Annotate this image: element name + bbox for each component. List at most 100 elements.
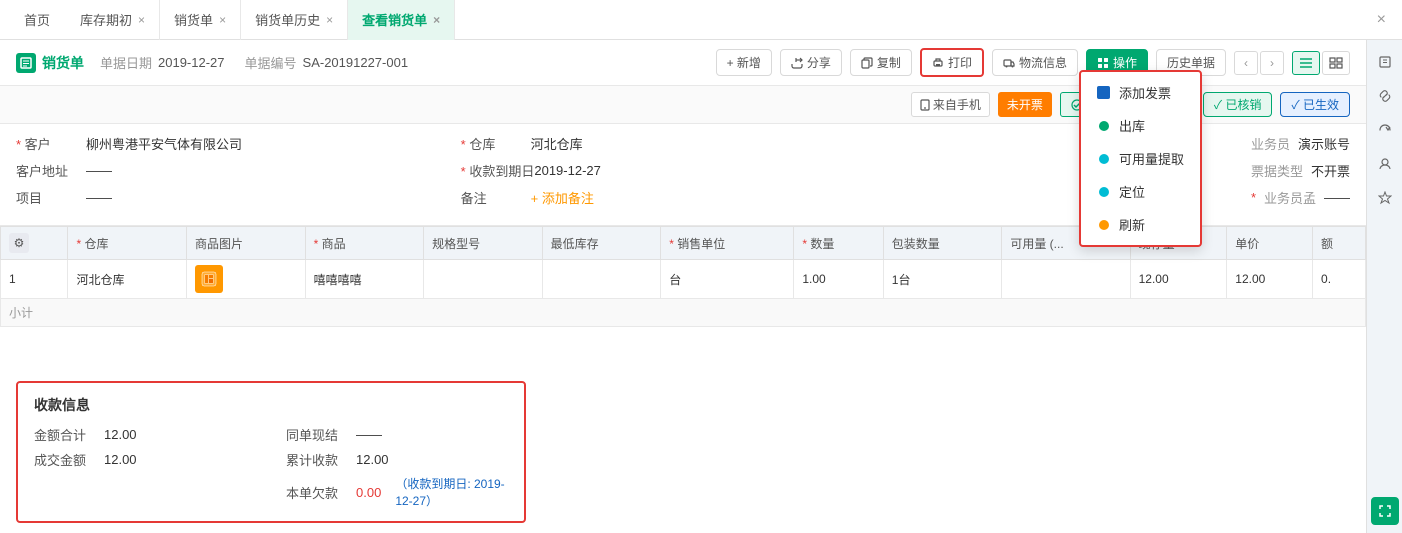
refresh-item[interactable]: 刷新	[1081, 208, 1200, 241]
available-fetch-item[interactable]: 可用量提取	[1081, 142, 1200, 175]
cumulative-value: 12.00	[356, 452, 389, 467]
project-value: ——	[86, 190, 266, 205]
col-min-stock: 最低库存	[542, 227, 661, 260]
refresh-icon	[1097, 218, 1111, 232]
prev-arrow[interactable]: ‹	[1234, 51, 1258, 75]
expand-sidebar-icon[interactable]	[1371, 497, 1399, 525]
print-button[interactable]: 打印	[920, 48, 984, 77]
close-history-tab[interactable]: ×	[326, 13, 333, 27]
project-label: 项目	[16, 188, 86, 207]
transaction-value: 12.00	[104, 452, 137, 467]
doc-title: 销货单	[16, 53, 84, 73]
customer-label: 客户	[16, 134, 86, 153]
row-available	[1002, 260, 1130, 299]
add-invoice-icon	[1097, 86, 1111, 100]
ticket-type-value: 不开票	[1311, 161, 1350, 180]
row-unit-price: 12.00	[1227, 260, 1313, 299]
tab-home[interactable]: 首页	[8, 10, 66, 29]
owe-note: （收款到期日: 2019-12-27）	[395, 475, 508, 509]
tab-view-sales[interactable]: 查看销货单 ×	[348, 0, 455, 40]
total-amount-label: 金额合计	[34, 425, 94, 444]
new-button[interactable]: + 新增	[716, 49, 772, 76]
from-phone-button[interactable]: 来自手机	[911, 92, 990, 117]
close-view-sales-tab[interactable]: ×	[433, 13, 440, 27]
nav-arrows: ‹ ›	[1234, 51, 1284, 75]
tab-sales-history[interactable]: 销货单历史 ×	[241, 0, 348, 40]
next-arrow[interactable]: ›	[1260, 51, 1284, 75]
close-all-button[interactable]: ×	[1369, 11, 1394, 29]
same-order-label: 同单现结	[286, 425, 346, 444]
row-spec	[424, 260, 543, 299]
cumulative-label: 累计收款	[286, 450, 346, 469]
grid-view-icon[interactable]	[1322, 51, 1350, 75]
subtotal-label: 小计	[1, 299, 1366, 327]
row-amount: 0.	[1313, 260, 1366, 299]
same-order-row: 同单现结 ——	[286, 425, 508, 444]
operation-dropdown: 添加发票 出库 可用量提取 定位 刷新	[1079, 70, 1202, 247]
add-invoice-item[interactable]: 添加发票	[1081, 76, 1200, 109]
col-product-img: 商品图片	[187, 227, 306, 260]
add-note-button[interactable]: + 添加备注	[531, 188, 594, 207]
col-settings: ⚙	[1, 227, 68, 260]
product-image	[195, 265, 223, 293]
doc-meta: 单据日期 2019-12-27 单据编号 SA-20191227-001	[100, 53, 408, 72]
tab-sales[interactable]: 销货单 ×	[160, 0, 241, 40]
locate-item[interactable]: 定位	[1081, 175, 1200, 208]
owe-row: 本单欠款 0.00 （收款到期日: 2019-12-27）	[286, 475, 508, 509]
address-label: 客户地址	[16, 161, 86, 180]
total-amount-value: 12.00	[104, 427, 137, 442]
col-unit-price: 单价	[1227, 227, 1313, 260]
status-effective-button[interactable]: ✓ 已生效	[1280, 92, 1350, 117]
copy-button[interactable]: 复制	[850, 49, 912, 76]
warehouse-value: 河北仓库	[531, 134, 711, 153]
outbound-item[interactable]: 出库	[1081, 109, 1200, 142]
col-sales-unit: 销售单位	[661, 227, 794, 260]
not-opened-button[interactable]: 未开票	[998, 92, 1052, 117]
col-warehouse: 仓库	[68, 227, 187, 260]
customer-value: 柳州粤港平安气体有限公司	[86, 134, 266, 153]
owe-value: 0.00	[356, 485, 381, 500]
edit-sidebar-icon[interactable]	[1371, 48, 1399, 76]
list-view-icon[interactable]	[1292, 51, 1320, 75]
row-quantity: 1.00	[794, 260, 883, 299]
note-label: 备注	[461, 188, 531, 207]
staff-label: 业务员	[1251, 134, 1290, 153]
outbound-icon	[1097, 119, 1111, 133]
total-amount-row: 金额合计 12.00	[34, 425, 256, 444]
col-quantity: 数量	[794, 227, 883, 260]
tab-inventory[interactable]: 库存期初 ×	[66, 0, 160, 40]
close-inventory-tab[interactable]: ×	[138, 13, 145, 27]
row-min-stock	[542, 260, 661, 299]
star-sidebar-icon[interactable]	[1371, 184, 1399, 212]
refresh-sidebar-icon[interactable]	[1371, 116, 1399, 144]
payment-title: 收款信息	[34, 395, 508, 415]
logistics-button[interactable]: 物流信息	[992, 49, 1078, 76]
user-sidebar-icon[interactable]	[1371, 150, 1399, 178]
right-sidebar	[1366, 40, 1402, 533]
table-section: ⚙ 仓库 商品图片 商品 规格型号 最低库存 销售单位 数量 包装数量 可用量 …	[0, 226, 1366, 371]
owe-label: 本单欠款	[286, 483, 346, 502]
payment-date-value: 2019-12-27	[534, 163, 714, 178]
payment-section: 收款信息 金额合计 12.00 同单现结 —— 成交金额 12.00 累计收款 …	[16, 381, 526, 523]
payment-grid: 金额合计 12.00 同单现结 —— 成交金额 12.00 累计收款 12.00	[34, 425, 508, 509]
settings-gear[interactable]: ⚙	[9, 233, 29, 253]
row-sales-unit: 台	[661, 260, 794, 299]
same-order-value: ——	[356, 427, 382, 442]
row-product: 嘻嘻嘻嘻	[305, 260, 424, 299]
ticket-type-label: 票据类型	[1251, 161, 1303, 180]
row-no: 1	[1, 260, 68, 299]
staff-value: 演示账号	[1298, 134, 1350, 153]
col-amount: 额	[1313, 227, 1366, 260]
share-button[interactable]: 分享	[780, 49, 842, 76]
warehouse-label: 仓库	[461, 134, 531, 153]
biz-staff-value: ——	[1324, 190, 1350, 205]
status-sold-button[interactable]: ✓ 已核销	[1203, 92, 1273, 117]
col-spec: 规格型号	[424, 227, 543, 260]
row-current: 12.00	[1130, 260, 1227, 299]
close-sales-tab[interactable]: ×	[219, 13, 226, 27]
link-sidebar-icon[interactable]	[1371, 82, 1399, 110]
row-pack-qty: 1台	[883, 260, 1002, 299]
col-pack-qty: 包装数量	[883, 227, 1002, 260]
toolbar-right: + 新增 分享 复制 打印 物流信息	[716, 48, 1350, 77]
transaction-row: 成交金额 12.00	[34, 450, 256, 469]
